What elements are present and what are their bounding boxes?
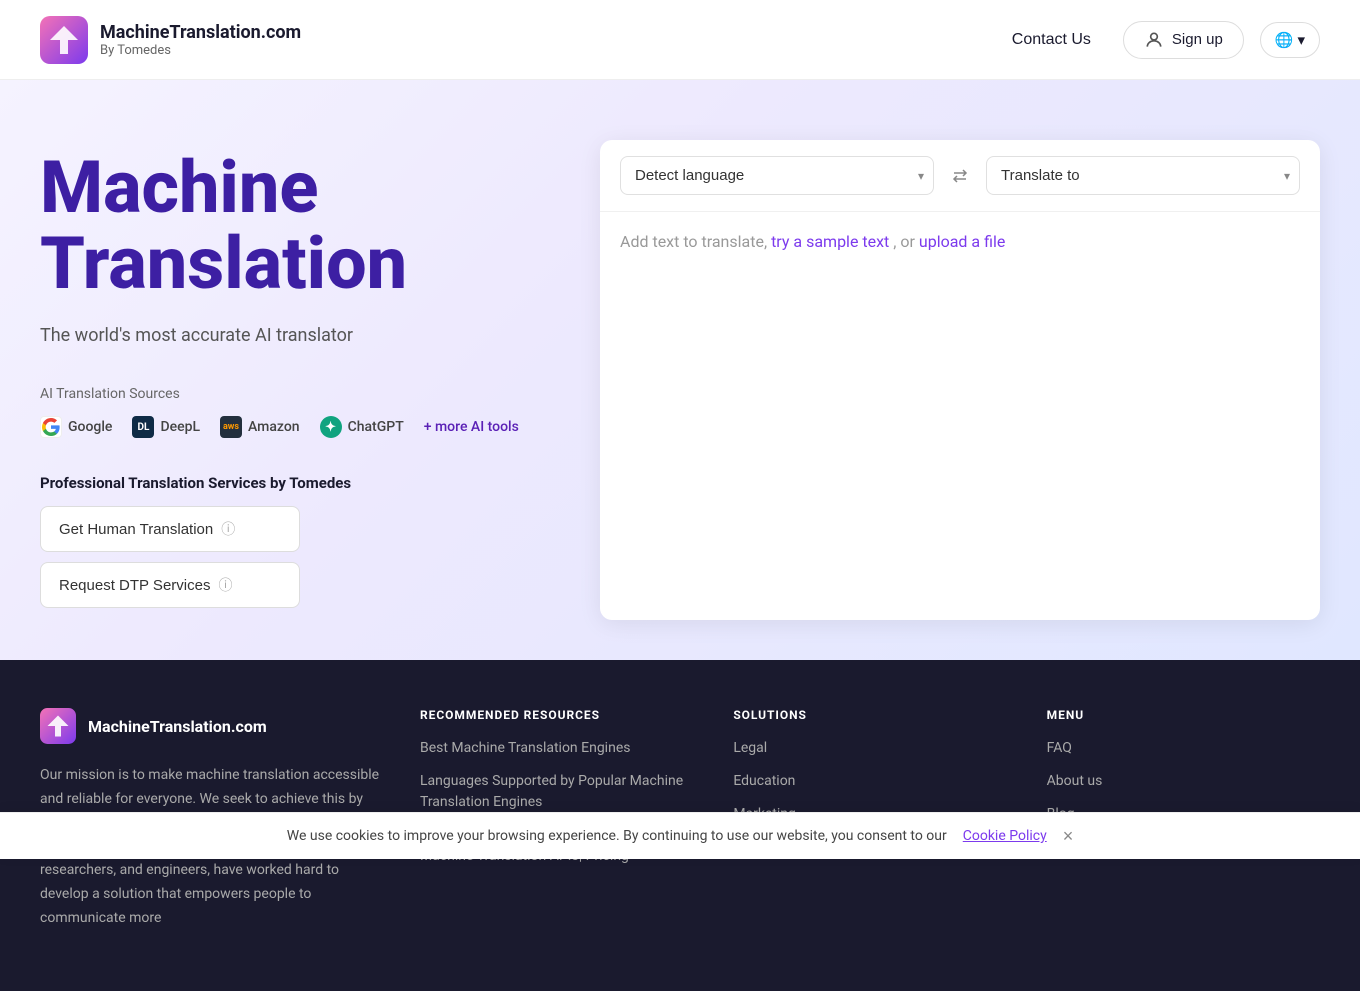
amazon-icon: aws [220, 416, 242, 438]
swap-languages-button[interactable] [934, 158, 986, 194]
source-language-select[interactable]: Detect language English Spanish French G… [620, 156, 934, 195]
info-icon-human: ⓘ [221, 519, 235, 539]
cookie-policy-link[interactable]: Cookie Policy [963, 828, 1047, 844]
solutions-title: Solutions [733, 708, 1006, 722]
hero-subtitle: The world's most accurate AI translator [40, 325, 560, 346]
header-nav: Contact Us Sign up 🌐 ▾ [996, 21, 1320, 59]
logo-icon [40, 16, 88, 64]
get-human-translation-button[interactable]: Get Human Translation ⓘ [40, 506, 300, 552]
swap-icon [950, 166, 970, 186]
cookie-close-button[interactable]: × [1063, 827, 1074, 845]
ai-tool-chatgpt[interactable]: ✦ ChatGPT [320, 416, 404, 438]
get-human-translation-label: Get Human Translation [59, 521, 213, 538]
sign-up-label: Sign up [1172, 31, 1223, 48]
footer-link-faq[interactable]: FAQ [1047, 738, 1320, 759]
cookie-banner: We use cookies to improve your browsing … [0, 812, 1360, 859]
more-ai-tools-link[interactable]: + more AI tools [424, 419, 519, 435]
deepl-label: DeepL [160, 419, 200, 435]
sign-up-button[interactable]: Sign up [1123, 21, 1244, 59]
cookie-text: We use cookies to improve your browsing … [287, 828, 947, 844]
footer-logo: MachineTranslation.com [40, 708, 380, 744]
translator-header: Detect language English Spanish French G… [600, 140, 1320, 212]
footer-brand-title: MachineTranslation.com [88, 717, 267, 736]
translator-widget: Detect language English Spanish French G… [600, 140, 1320, 620]
placeholder-text: Add text to translate, [620, 232, 767, 251]
target-language-wrapper: Translate to Spanish French German Chine… [986, 156, 1300, 195]
globe-icon: 🌐 [1275, 31, 1294, 49]
ai-tool-google[interactable]: Google [40, 416, 112, 438]
chatgpt-icon: ✦ [320, 416, 342, 438]
hero-section: Machine Translation The world's most acc… [0, 80, 1360, 660]
professional-label: Professional Translation Services by Tom… [40, 474, 560, 492]
footer-logo-icon [40, 708, 76, 744]
request-dtp-button[interactable]: Request DTP Services ⓘ [40, 562, 300, 608]
sample-text-link[interactable]: try a sample text [771, 232, 889, 251]
logo-link[interactable]: MachineTranslation.com By Tomedes [40, 16, 301, 64]
recommended-resources-title: RECOMMENDED RESOURCES [420, 708, 693, 722]
footer-link-languages-supported[interactable]: Languages Supported by Popular Machine T… [420, 771, 693, 813]
footer-link-legal[interactable]: Legal [733, 738, 1006, 759]
google-icon [40, 416, 62, 438]
source-language-wrapper: Detect language English Spanish French G… [620, 156, 934, 195]
hero-title-line1: Machine [40, 145, 318, 230]
footer-link-about-us[interactable]: About us [1047, 771, 1320, 792]
language-selector-button[interactable]: 🌐 ▾ [1260, 22, 1320, 58]
hero-title-line2: Translation [40, 221, 407, 306]
google-label: Google [68, 419, 112, 435]
request-dtp-label: Request DTP Services [59, 577, 210, 594]
upload-file-link[interactable]: upload a file [919, 232, 1005, 251]
logo-subtitle: By Tomedes [100, 43, 301, 58]
ai-tools-list: Google DL DeepL aws Amazon ✦ ChatGPT + m… [40, 416, 560, 438]
deepl-icon: DL [132, 416, 154, 438]
hero-title: Machine Translation [40, 150, 560, 301]
translate-input-area[interactable]: Add text to translate, try a sample text… [600, 212, 1320, 271]
lang-dropdown-arrow: ▾ [1297, 31, 1305, 49]
placeholder-or: , or [893, 232, 915, 251]
amazon-label: Amazon [248, 419, 300, 435]
footer-link-education[interactable]: Education [733, 771, 1006, 792]
ai-tool-amazon[interactable]: aws Amazon [220, 416, 300, 438]
logo-title: MachineTranslation.com [100, 22, 301, 43]
target-language-select[interactable]: Translate to Spanish French German Chine… [986, 156, 1300, 195]
header: MachineTranslation.com By Tomedes Contac… [0, 0, 1360, 80]
user-icon [1144, 30, 1164, 50]
translator-widget-container: Detect language English Spanish French G… [600, 140, 1320, 620]
ai-sources-label: AI Translation Sources [40, 386, 560, 402]
menu-title: Menu [1047, 708, 1320, 722]
info-icon-dtp: ⓘ [218, 575, 232, 595]
chatgpt-label: ChatGPT [348, 419, 404, 435]
contact-us-button[interactable]: Contact Us [996, 23, 1107, 57]
ai-tool-deepl[interactable]: DL DeepL [132, 416, 200, 438]
footer-link-best-engines[interactable]: Best Machine Translation Engines [420, 738, 693, 759]
hero-left: Machine Translation The world's most acc… [40, 140, 560, 618]
